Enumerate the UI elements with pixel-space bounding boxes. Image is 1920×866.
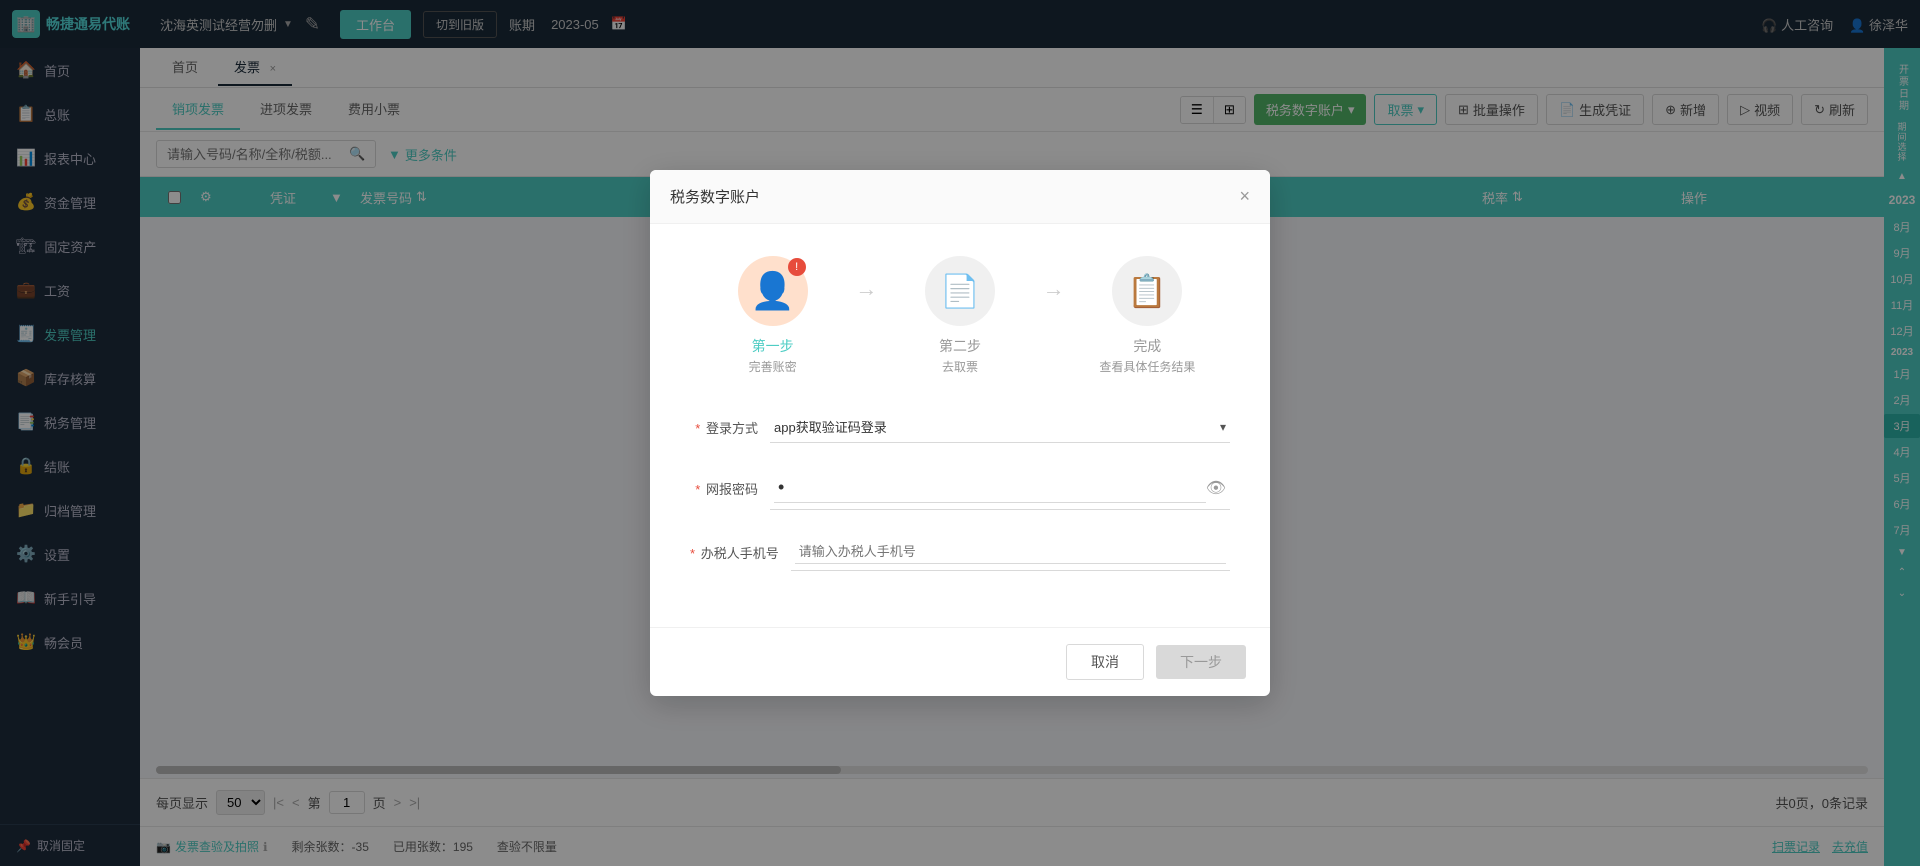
login-method-row: * 登录方式 app获取验证码登录 ▾ [690, 411, 1230, 443]
step-arrow-1: → [855, 256, 877, 302]
step3-icon-wrap: 📋 [1112, 256, 1182, 326]
step-2: 📄 第二步 去取票 [877, 256, 1042, 375]
next-button[interactable]: 下一步 [1156, 645, 1246, 679]
step1-icon: 👤 [750, 270, 795, 312]
phone-label: * 办税人手机号 [690, 543, 791, 562]
login-method-chevron-icon: ▾ [1220, 420, 1226, 434]
modal-footer: 取消 下一步 [650, 627, 1270, 696]
phone-field-wrap [791, 534, 1230, 571]
tax-digital-modal: 税务数字账户 × 👤 ! 第一步 完善账密 → [650, 170, 1270, 696]
modal-title: 税务数字账户 [670, 186, 760, 207]
modal-header: 税务数字账户 × [650, 170, 1270, 224]
phone-input[interactable] [795, 540, 1226, 564]
password-row: * 网报密码 👁 [690, 467, 1230, 510]
step2-sublabel: 去取票 [942, 358, 978, 375]
login-method-value: app获取验证码登录 [774, 417, 887, 436]
cancel-button[interactable]: 取消 [1066, 644, 1144, 680]
step2-label: 第二步 [939, 336, 981, 356]
step3-label: 完成 [1133, 336, 1161, 356]
step-1: 👤 ! 第一步 完善账密 [690, 256, 855, 375]
modal-form: * 登录方式 app获取验证码登录 ▾ * 网报密码 [690, 411, 1230, 571]
step1-icon-wrap: 👤 ! [738, 256, 808, 326]
step-arrow-2: → [1043, 256, 1065, 302]
password-input[interactable] [774, 473, 1206, 503]
step1-badge: ! [788, 258, 806, 276]
step1-sublabel: 完善账密 [749, 358, 797, 375]
eye-toggle-icon[interactable]: 👁 [1206, 478, 1226, 498]
modal-body: 👤 ! 第一步 完善账密 → 📄 第二步 去取票 → [650, 224, 1270, 627]
step3-sublabel: 查看具体任务结果 [1099, 358, 1195, 375]
modal-close-button[interactable]: × [1239, 186, 1250, 207]
step3-icon: 📋 [1127, 272, 1167, 310]
step1-label: 第一步 [752, 336, 794, 356]
modal-overlay[interactable]: 税务数字账户 × 👤 ! 第一步 完善账密 → [0, 0, 1920, 866]
password-field-wrap: 👁 [770, 467, 1230, 510]
password-label: * 网报密码 [690, 479, 770, 498]
step2-icon-wrap: 📄 [925, 256, 995, 326]
login-method-label: * 登录方式 [690, 418, 770, 437]
login-method-select[interactable]: app获取验证码登录 ▾ [770, 411, 1230, 443]
phone-row: * 办税人手机号 [690, 534, 1230, 571]
step2-icon: 📄 [940, 272, 980, 310]
step-3: 📋 完成 查看具体任务结果 [1065, 256, 1230, 375]
steps: 👤 ! 第一步 完善账密 → 📄 第二步 去取票 → [690, 256, 1230, 375]
